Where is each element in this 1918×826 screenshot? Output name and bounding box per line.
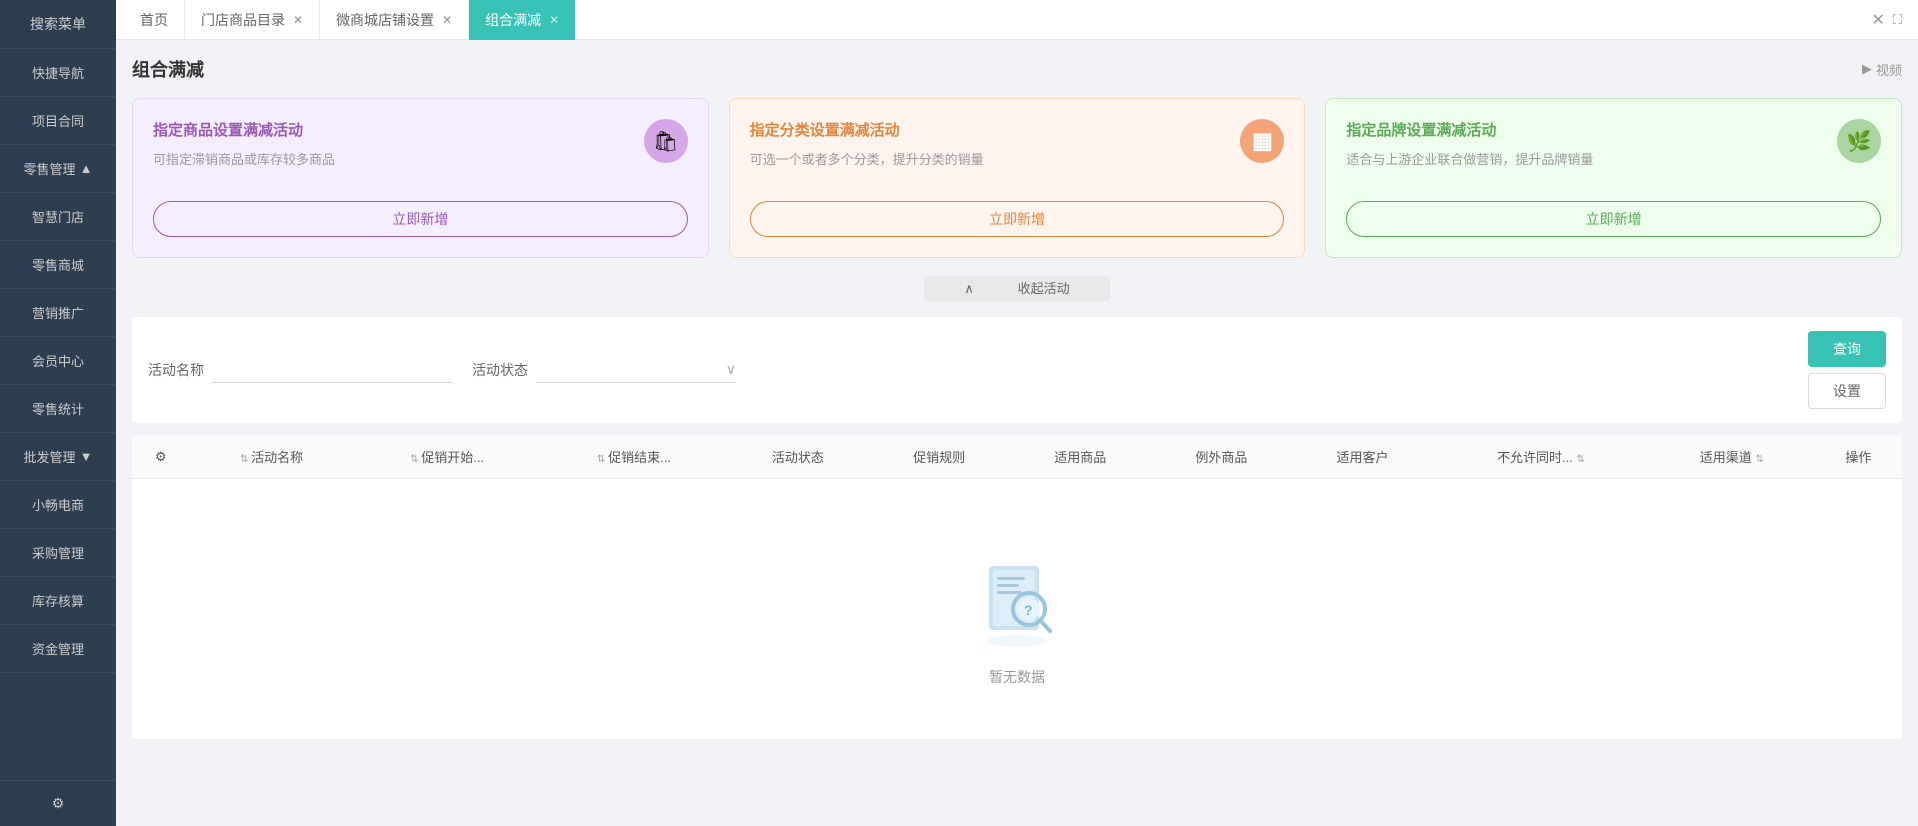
sidebar-item-marketing[interactable]: 营销推广 [0, 289, 116, 337]
svg-text:?: ? [1024, 602, 1033, 618]
content-area: 组合满减 ▶ 视频 🛍 指定商品设置满减活动 可指定滞销商品或库存较多商品 立即… [116, 40, 1918, 826]
sidebar-settings-btn[interactable]: ⚙ [0, 780, 116, 826]
sort-icon-left: ⇅ [597, 454, 608, 465]
th-operation: 操作 [1815, 435, 1902, 479]
collapse-bar[interactable]: ∧ 收起活动 [132, 270, 1902, 305]
th-activity-name[interactable]: ⇅ 活动名称 [189, 435, 353, 479]
brand-card-icon: 🌿 [1837, 119, 1881, 163]
chevron-down-icon: ∨ [726, 361, 736, 378]
filter-status-select[interactable]: ∨ [536, 357, 736, 383]
sidebar-item-inventory-calc[interactable]: 库存核算 [0, 577, 116, 625]
sidebar-item-retail-mgmt[interactable]: 零售管理 ▲ [0, 145, 116, 193]
data-table-container: ⚙ ⇅ 活动名称 ⇅ 促销开始... ⇅ 促销结束... [132, 435, 1902, 740]
main-content: 首页 门店商品目录 ✕ 微商城店铺设置 ✕ 组合满减 ✕ ✕ ⛶ 组合满减 ▶ … [116, 0, 1918, 826]
th-applicable-channel[interactable]: 适用渠道 ⇅ [1649, 435, 1815, 479]
activity-cards: 🛍 指定商品设置满减活动 可指定滞销商品或库存较多商品 立即新增 ▦ 指定分类设… [132, 98, 1902, 258]
sidebar-item-purchase-mgmt[interactable]: 采购管理 [0, 529, 116, 577]
empty-state: ? 暂无数据 [140, 491, 1894, 727]
video-link[interactable]: ▶ 视频 [1862, 60, 1902, 79]
window-maximize-btn[interactable]: ⛶ [1893, 12, 1902, 28]
sort-icon-left: ⇅ [240, 454, 251, 465]
filter-name-label: 活动名称 [148, 360, 204, 380]
sidebar-item-wholesale-mgmt[interactable]: 批发管理 ▼ [0, 433, 116, 481]
empty-illustration: ? [967, 551, 1067, 651]
gear-icon: ⚙ [52, 795, 65, 811]
th-not-allow-same-time[interactable]: 不允许同时... ⇅ [1433, 435, 1649, 479]
category-activity-card: ▦ 指定分类设置满减活动 可选一个或者多个分类，提升分类的销量 立即新增 [729, 98, 1306, 258]
th-activity-status: 活动状态 [727, 435, 868, 479]
collapse-up-icon: ∧ [944, 276, 997, 301]
tab-wechat-store-settings-close[interactable]: ✕ [442, 13, 452, 27]
query-button[interactable]: 查询 [1808, 331, 1886, 367]
th-applicable-goods: 适用商品 [1010, 435, 1151, 479]
window-close-btn[interactable]: ✕ [1871, 10, 1884, 30]
empty-text: 暂无数据 [989, 667, 1045, 687]
sidebar-item-retail-stats[interactable]: 零售统计 [0, 385, 116, 433]
sidebar-search[interactable]: 搜索菜单 [0, 0, 116, 49]
filter-actions: 查询 设置 [1808, 331, 1886, 409]
category-card-add-btn[interactable]: 立即新增 [750, 201, 1285, 237]
tab-combo-discount[interactable]: 组合满减 ✕ [469, 0, 576, 40]
data-table: ⚙ ⇅ 活动名称 ⇅ 促销开始... ⇅ 促销结束... [132, 435, 1902, 740]
tab-wechat-store-settings[interactable]: 微商城店铺设置 ✕ [320, 0, 469, 40]
th-exception-goods: 例外商品 [1151, 435, 1292, 479]
sort-icon-left: ⇅ [410, 454, 421, 465]
brand-card-title: 指定品牌设置满减活动 [1346, 119, 1881, 140]
sidebar-item-smart-store[interactable]: 智慧门店 [0, 193, 116, 241]
product-card-icon: 🛍 [644, 119, 688, 163]
sidebar-item-quick-nav[interactable]: 快捷导航 [0, 49, 116, 97]
sidebar-item-member-center[interactable]: 会员中心 [0, 337, 116, 385]
product-activity-card: 🛍 指定商品设置满减活动 可指定滞销商品或库存较多商品 立即新增 [132, 98, 709, 258]
category-card-title: 指定分类设置满减活动 [750, 119, 1285, 140]
collapse-label: 收起活动 [998, 276, 1090, 301]
sidebar-item-project-contract[interactable]: 项目合同 [0, 97, 116, 145]
tab-combo-discount-close[interactable]: ✕ [549, 13, 559, 27]
th-promo-rule: 促销规则 [869, 435, 1010, 479]
filter-name-input[interactable] [212, 358, 452, 383]
product-card-title: 指定商品设置满减活动 [153, 119, 688, 140]
filter-name-item: 活动名称 [148, 358, 452, 383]
sidebar: 搜索菜单 快捷导航 项目合同 零售管理 ▲ 智慧门店 零售商城 营销推广 会员中… [0, 0, 116, 826]
sidebar-item-capital-mgmt[interactable]: 资金管理 [0, 625, 116, 673]
tabs-actions: ✕ ⛶ [1871, 10, 1910, 30]
sort-icon-right: ⇅ [1576, 454, 1584, 465]
sidebar-item-xiaochangec[interactable]: 小畅电商 [0, 481, 116, 529]
th-gear[interactable]: ⚙ [132, 435, 189, 479]
filter-status-label: 活动状态 [472, 360, 528, 380]
page-title: 组合满减 [132, 56, 204, 82]
setting-button[interactable]: 设置 [1808, 373, 1886, 409]
page-header: 组合满减 ▶ 视频 [132, 56, 1902, 82]
tab-store-catalog-close[interactable]: ✕ [293, 13, 303, 27]
brand-card-add-btn[interactable]: 立即新增 [1346, 201, 1881, 237]
brand-activity-card: 🌿 指定品牌设置满减活动 适合与上游企业联合做营销，提升品牌销量 立即新增 [1325, 98, 1902, 258]
th-promo-start[interactable]: ⇅ 促销开始... [354, 435, 541, 479]
filter-row: 活动名称 活动状态 ∨ 查询 设置 [132, 317, 1902, 423]
tabs-bar: 首页 门店商品目录 ✕ 微商城店铺设置 ✕ 组合满减 ✕ ✕ ⛶ [116, 0, 1918, 40]
th-applicable-customer: 适用客户 [1292, 435, 1433, 479]
sort-icon-right: ⇅ [1755, 454, 1763, 465]
product-card-add-btn[interactable]: 立即新增 [153, 201, 688, 237]
sidebar-item-retail-mall[interactable]: 零售商城 [0, 241, 116, 289]
chevron-up-icon: ▲ [80, 161, 93, 176]
tab-home[interactable]: 首页 [124, 0, 185, 40]
product-card-desc: 可指定滞销商品或库存较多商品 [153, 150, 688, 171]
filter-status-item: 活动状态 ∨ [472, 357, 736, 383]
gear-icon: ⚙ [155, 449, 167, 464]
chevron-down-icon: ▼ [80, 449, 93, 464]
tab-store-catalog[interactable]: 门店商品目录 ✕ [185, 0, 320, 40]
brand-card-desc: 适合与上游企业联合做营销，提升品牌销量 [1346, 150, 1881, 171]
th-promo-end[interactable]: ⇅ 促销结束... [541, 435, 728, 479]
play-icon: ▶ [1862, 61, 1872, 77]
category-card-desc: 可选一个或者多个分类，提升分类的销量 [750, 150, 1285, 171]
